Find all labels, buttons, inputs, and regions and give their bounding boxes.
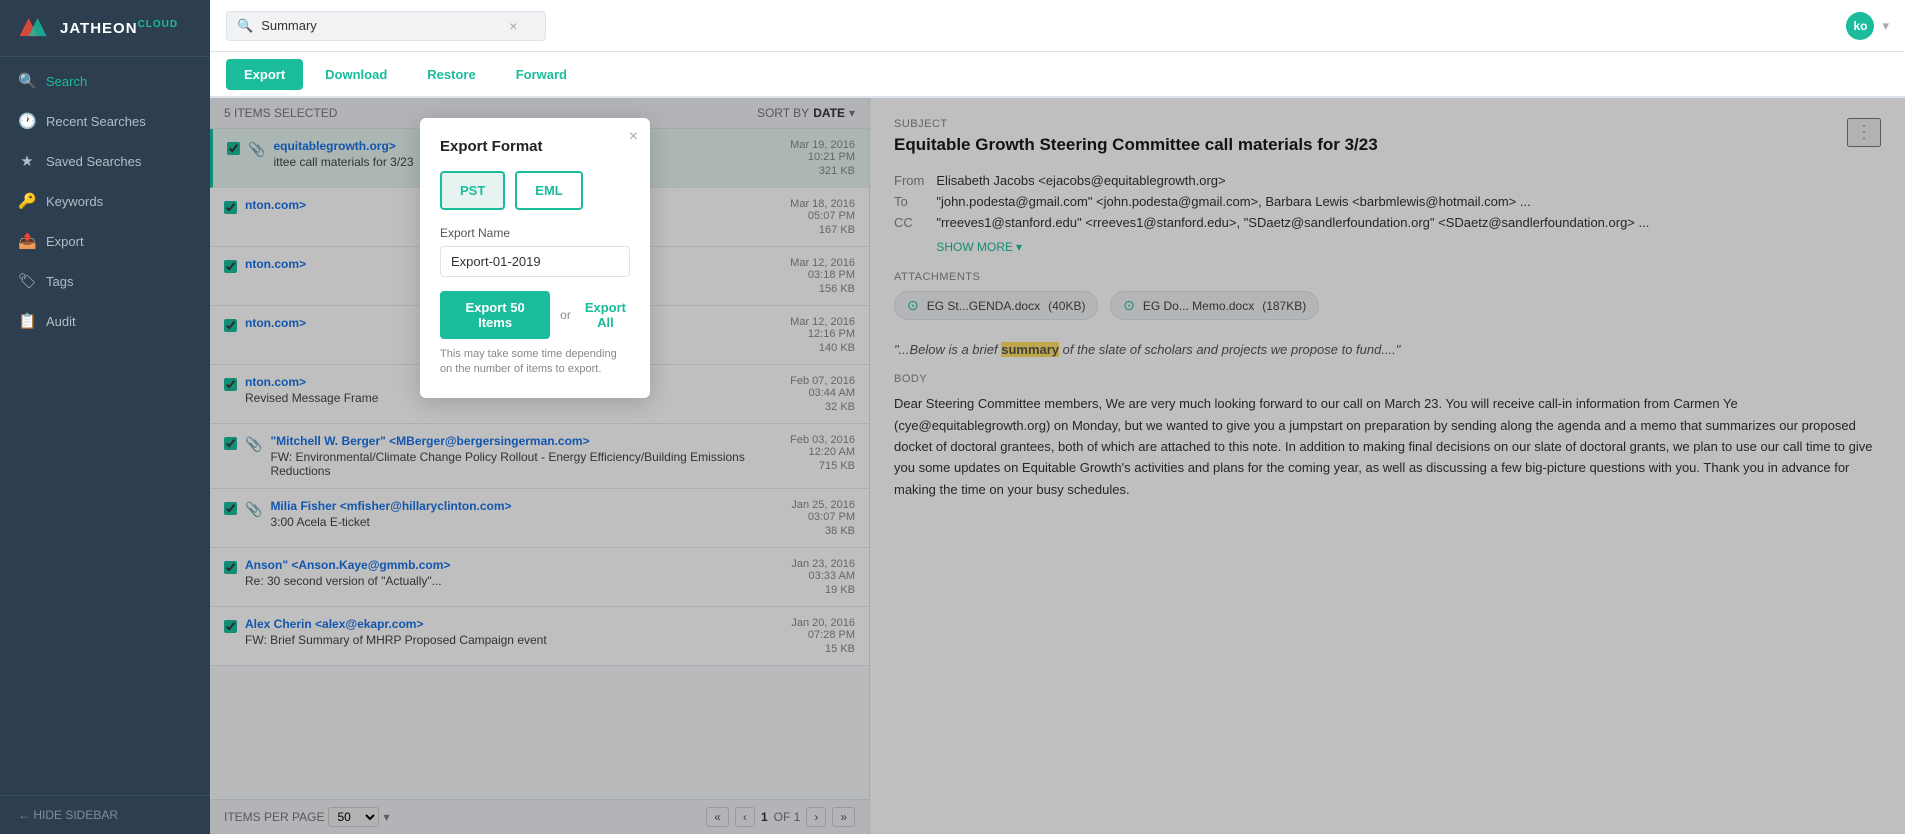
- tab-forward[interactable]: Forward: [498, 59, 585, 90]
- sidebar-item-label: Export: [46, 234, 84, 249]
- tab-export[interactable]: Export: [226, 59, 303, 90]
- sidebar-item-saved-searches[interactable]: ★ Saved Searches: [0, 141, 210, 181]
- recent-icon: 🕐: [18, 112, 36, 130]
- logo-icon: [16, 14, 52, 42]
- export-name-input[interactable]: [440, 246, 630, 277]
- export-format-modal: × Export Format PST EML Export Name Expo…: [420, 118, 650, 398]
- search-box: 🔍 ×: [226, 11, 546, 41]
- or-label: or: [560, 308, 571, 322]
- search-icon: 🔍: [18, 72, 36, 90]
- format-pst-button[interactable]: PST: [440, 171, 505, 210]
- tab-restore[interactable]: Restore: [409, 59, 493, 90]
- user-avatar: ko: [1846, 12, 1874, 40]
- export-name-label: Export Name: [440, 226, 630, 240]
- sidebar-item-recent-searches[interactable]: 🕐 Recent Searches: [0, 101, 210, 141]
- audit-icon: 📋: [18, 312, 36, 330]
- clear-search-button[interactable]: ×: [509, 18, 517, 34]
- modal-note: This may take some time depending on the…: [440, 347, 630, 378]
- sidebar-item-label: Search: [46, 74, 87, 89]
- format-eml-button[interactable]: EML: [515, 171, 582, 210]
- logo-text: JATHEONCLOUD: [60, 19, 178, 37]
- hide-sidebar-button[interactable]: ← HIDE SIDEBAR: [0, 795, 210, 834]
- sidebar-item-tags[interactable]: 🏷 Tags: [0, 261, 210, 301]
- saved-icon: ★: [18, 152, 36, 170]
- tags-icon: 🏷: [18, 272, 36, 290]
- sidebar-item-export[interactable]: 📤 Export: [0, 221, 210, 261]
- logo-area: JATHEONCLOUD: [0, 0, 210, 57]
- sidebar-item-label: Saved Searches: [46, 154, 141, 169]
- sidebar-item-label: Audit: [46, 314, 76, 329]
- sidebar-item-label: Tags: [46, 274, 73, 289]
- sidebar-item-audit[interactable]: 📋 Audit: [0, 301, 210, 341]
- export-icon: 📤: [18, 232, 36, 250]
- export-all-button[interactable]: Export All: [581, 300, 630, 330]
- topbar: 🔍 × ko ▾: [210, 0, 1905, 52]
- search-input[interactable]: [261, 18, 501, 33]
- topbar-right: ko ▾: [1846, 12, 1889, 40]
- tab-download[interactable]: Download: [307, 59, 405, 90]
- keywords-icon: 🔑: [18, 192, 36, 210]
- main-area: 🔍 × ko ▾ Export Download Restore Forward…: [210, 0, 1905, 834]
- modal-overlay: × Export Format PST EML Export Name Expo…: [210, 98, 1905, 834]
- sidebar: JATHEONCLOUD 🔍 Search 🕐 Recent Searches …: [0, 0, 210, 834]
- sidebar-item-search[interactable]: 🔍 Search: [0, 61, 210, 101]
- tabs-bar: Export Download Restore Forward: [210, 52, 1905, 98]
- modal-close-button[interactable]: ×: [629, 128, 638, 146]
- export-items-button[interactable]: Export 50 Items: [440, 291, 550, 339]
- format-buttons: PST EML: [440, 171, 630, 210]
- sidebar-nav: 🔍 Search 🕐 Recent Searches ★ Saved Searc…: [0, 57, 210, 795]
- search-icon: 🔍: [237, 18, 253, 34]
- sidebar-item-label: Recent Searches: [46, 114, 146, 129]
- sidebar-item-keywords[interactable]: 🔑 Keywords: [0, 181, 210, 221]
- chevron-down-icon[interactable]: ▾: [1882, 18, 1889, 34]
- sidebar-item-label: Keywords: [46, 194, 103, 209]
- content-row: 5 ITEMS SELECTED SORT BY DATE ▾ 📎 equita…: [210, 98, 1905, 834]
- modal-title: Export Format: [440, 138, 630, 155]
- modal-actions: Export 50 Items or Export All: [440, 291, 630, 339]
